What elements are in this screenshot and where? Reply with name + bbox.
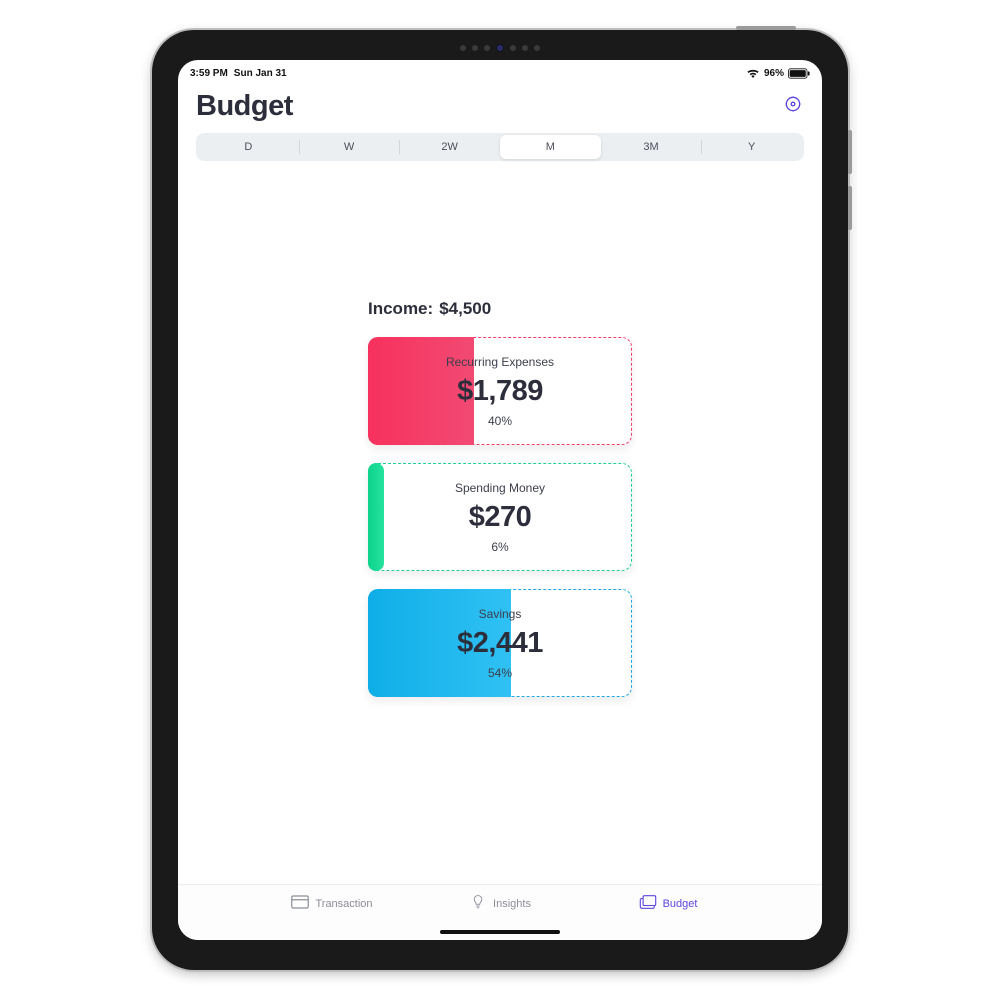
ipad-frame: 3:59 PM Sun Jan 31 96% <box>152 30 848 970</box>
status-battery-pct: 96% <box>764 68 784 79</box>
tab-insights[interactable]: Insights <box>416 895 584 912</box>
segment-d[interactable]: D <box>198 135 299 159</box>
budget-card-savings[interactable]: Savings $2,441 54% <box>368 589 632 697</box>
segment-w[interactable]: W <box>299 135 400 159</box>
card-title: Recurring Expenses <box>446 355 554 369</box>
settings-button[interactable] <box>782 96 804 118</box>
income-summary: Income: $4,500 <box>368 299 632 319</box>
tab-transaction[interactable]: Transaction <box>248 895 416 912</box>
card-title: Spending Money <box>455 481 545 495</box>
battery-icon <box>788 68 810 79</box>
page-title: Budget <box>196 90 293 123</box>
segment-2w[interactable]: 2W <box>399 135 500 159</box>
screen: 3:59 PM Sun Jan 31 96% <box>178 60 822 940</box>
card-percent: 54% <box>488 666 512 680</box>
budget-card-spending[interactable]: Spending Money $270 6% <box>368 463 632 571</box>
card-labels: Spending Money $270 6% <box>368 463 632 571</box>
card-title: Savings <box>479 607 522 621</box>
device-volume-up <box>848 130 852 174</box>
card-amount: $270 <box>469 501 532 534</box>
tab-label: Transaction <box>315 898 372 910</box>
card-labels: Savings $2,441 54% <box>368 589 632 697</box>
segment-m[interactable]: M <box>500 135 601 159</box>
tab-bar: Transaction Insights Budget <box>178 884 822 940</box>
status-date: Sun Jan 31 <box>234 68 287 79</box>
card-amount: $1,789 <box>457 375 543 408</box>
budget-icon <box>639 895 657 912</box>
status-time: 3:59 PM <box>190 68 228 79</box>
income-label: Income: <box>368 299 433 319</box>
card-percent: 40% <box>488 414 512 428</box>
segment-y[interactable]: Y <box>701 135 802 159</box>
card-percent: 6% <box>491 540 508 554</box>
device-volume-down <box>848 186 852 230</box>
period-segmented-control: DW2WM3MY <box>178 133 822 161</box>
segment-3m[interactable]: 3M <box>601 135 702 159</box>
device-power-button <box>736 26 796 30</box>
header: Budget <box>178 82 822 133</box>
tab-label: Budget <box>663 898 698 910</box>
insights-icon <box>469 895 487 912</box>
card-labels: Recurring Expenses $1,789 40% <box>368 337 632 445</box>
gear-icon <box>783 94 803 119</box>
status-bar: 3:59 PM Sun Jan 31 96% <box>178 60 822 82</box>
income-value: $4,500 <box>439 299 491 319</box>
transaction-icon <box>291 895 309 912</box>
home-indicator <box>440 930 560 934</box>
device-sensor-cluster <box>460 44 540 52</box>
budget-card-recurring[interactable]: Recurring Expenses $1,789 40% <box>368 337 632 445</box>
tab-budget[interactable]: Budget <box>584 895 752 912</box>
wifi-icon <box>746 68 760 78</box>
main-content: Income: $4,500 Recurring Expenses $1,789 4… <box>178 161 822 884</box>
card-amount: $2,441 <box>457 627 543 660</box>
tab-label: Insights <box>493 898 531 910</box>
